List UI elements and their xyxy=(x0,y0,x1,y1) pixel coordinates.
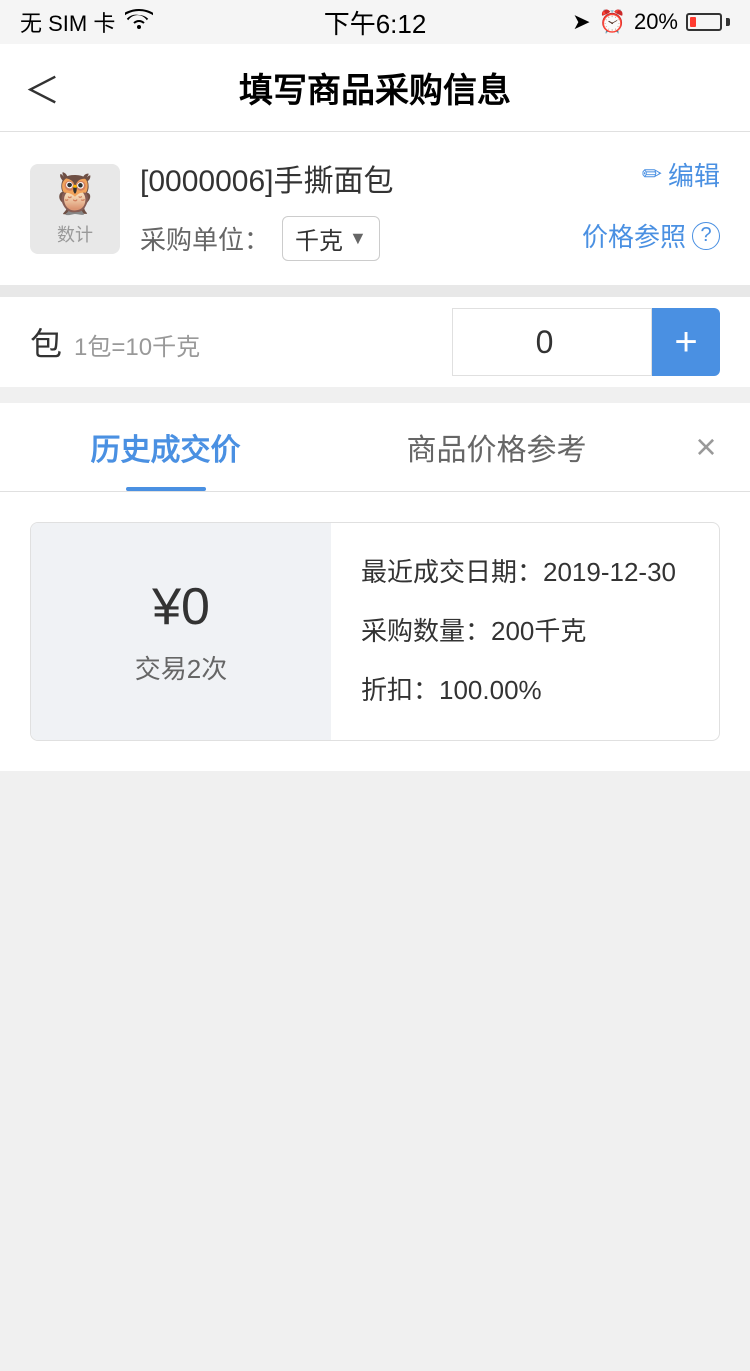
quantity-input-group: + xyxy=(452,308,720,376)
recent-date-label: 最近成交日期： xyxy=(361,557,543,587)
product-unit-row: 采购单位： 千克 ▼ xyxy=(140,216,393,261)
wifi-icon xyxy=(125,9,153,35)
product-thumbnail: 🦉 数计 xyxy=(30,164,120,254)
edit-button[interactable]: ✏ 编辑 xyxy=(642,156,720,193)
main-background xyxy=(0,771,750,1371)
alarm-icon: ⏰ xyxy=(599,9,626,35)
tab-underline xyxy=(126,487,206,491)
status-left: 无 SIM 卡 xyxy=(20,6,153,38)
help-icon: ? xyxy=(692,222,720,250)
quantity-label: 包 1包=10千克 xyxy=(30,319,200,365)
unit-label: 采购单位： xyxy=(140,220,270,257)
product-header: 🦉 数计 [0000006]手撕面包 采购单位： 千克 ▼ ✏ 编辑 xyxy=(30,156,720,261)
unit-value: 千克 xyxy=(295,221,343,256)
product-name: [0000006]手撕面包 xyxy=(140,156,393,200)
price-content: ¥0 交易2次 最近成交日期：2019-12-30 采购数量：200千克 折扣：… xyxy=(0,492,750,771)
location-icon: ➤ xyxy=(572,9,590,35)
quantity-unit-char: 包 xyxy=(30,319,62,365)
discount-label: 折扣： xyxy=(361,675,439,705)
product-logo-icon: 🦉 xyxy=(50,170,100,217)
tab-history-price[interactable]: 历史成交价 xyxy=(0,403,331,491)
product-info: [0000006]手撕面包 采购单位： 千克 ▼ xyxy=(140,156,393,261)
quantity-input[interactable] xyxy=(452,308,652,376)
nav-bar: ＜ 填写商品采购信息 xyxy=(0,44,750,132)
section-divider xyxy=(0,285,750,297)
product-right-actions: ✏ 编辑 价格参照 ? xyxy=(582,156,720,254)
close-icon: × xyxy=(695,426,716,468)
price-card-left: ¥0 交易2次 xyxy=(31,523,331,740)
price-discount-row: 折扣：100.00% xyxy=(361,671,689,710)
status-time: 下午6:12 xyxy=(324,4,427,41)
dropdown-arrow-icon: ▼ xyxy=(349,228,367,249)
edit-label: 编辑 xyxy=(668,156,720,193)
status-bar: 无 SIM 卡 下午6:12 ➤ ⏰ 20% xyxy=(0,0,750,44)
price-card: ¥0 交易2次 最近成交日期：2019-12-30 采购数量：200千克 折扣：… xyxy=(30,522,720,741)
tab-product-price-ref[interactable]: 商品价格参考 xyxy=(331,403,662,491)
discount-value: 100.00% xyxy=(439,675,542,705)
unit-dropdown[interactable]: 千克 ▼ xyxy=(282,216,380,261)
purchase-qty-label: 采购数量： xyxy=(361,616,491,646)
price-reference-button[interactable]: 价格参照 ? xyxy=(582,217,720,254)
tab-history-label: 历史成交价 xyxy=(91,425,241,469)
price-purchase-qty-row: 采购数量：200千克 xyxy=(361,612,689,651)
tab-price-ref-label: 商品价格参考 xyxy=(407,425,587,469)
back-button[interactable]: ＜ xyxy=(24,62,60,114)
tabs-header: 历史成交价 商品价格参考 × xyxy=(0,403,750,492)
tabs-section: 历史成交价 商品价格参考 × ¥0 交易2次 最近成交日期：2019-12-30… xyxy=(0,403,750,771)
price-amount: ¥0 xyxy=(152,577,210,637)
price-recent-date-row: 最近成交日期：2019-12-30 xyxy=(361,553,689,592)
edit-icon: ✏ xyxy=(642,160,662,189)
status-right: ➤ ⏰ 20% xyxy=(572,9,730,35)
price-card-right: 最近成交日期：2019-12-30 采购数量：200千克 折扣：100.00% xyxy=(331,523,719,740)
quantity-row: 包 1包=10千克 + xyxy=(0,297,750,387)
price-trade-count: 交易2次 xyxy=(135,649,227,686)
tab-close-button[interactable]: × xyxy=(662,403,750,491)
price-ref-label: 价格参照 xyxy=(582,217,686,254)
battery-percent: 20% xyxy=(634,9,678,35)
quantity-unit-hint: 1包=10千克 xyxy=(74,327,200,362)
recent-date-value: 2019-12-30 xyxy=(543,557,676,587)
purchase-qty-value: 200千克 xyxy=(491,616,586,646)
quantity-plus-button[interactable]: + xyxy=(652,308,720,376)
product-left: 🦉 数计 [0000006]手撕面包 采购单位： 千克 ▼ xyxy=(30,156,393,261)
carrier-text: 无 SIM 卡 xyxy=(20,6,115,38)
product-card: 🦉 数计 [0000006]手撕面包 采购单位： 千克 ▼ ✏ 编辑 xyxy=(0,132,750,285)
battery-icon xyxy=(686,13,730,31)
product-thumb-label: 数计 xyxy=(57,221,93,247)
page-title: 填写商品采购信息 xyxy=(239,63,511,112)
